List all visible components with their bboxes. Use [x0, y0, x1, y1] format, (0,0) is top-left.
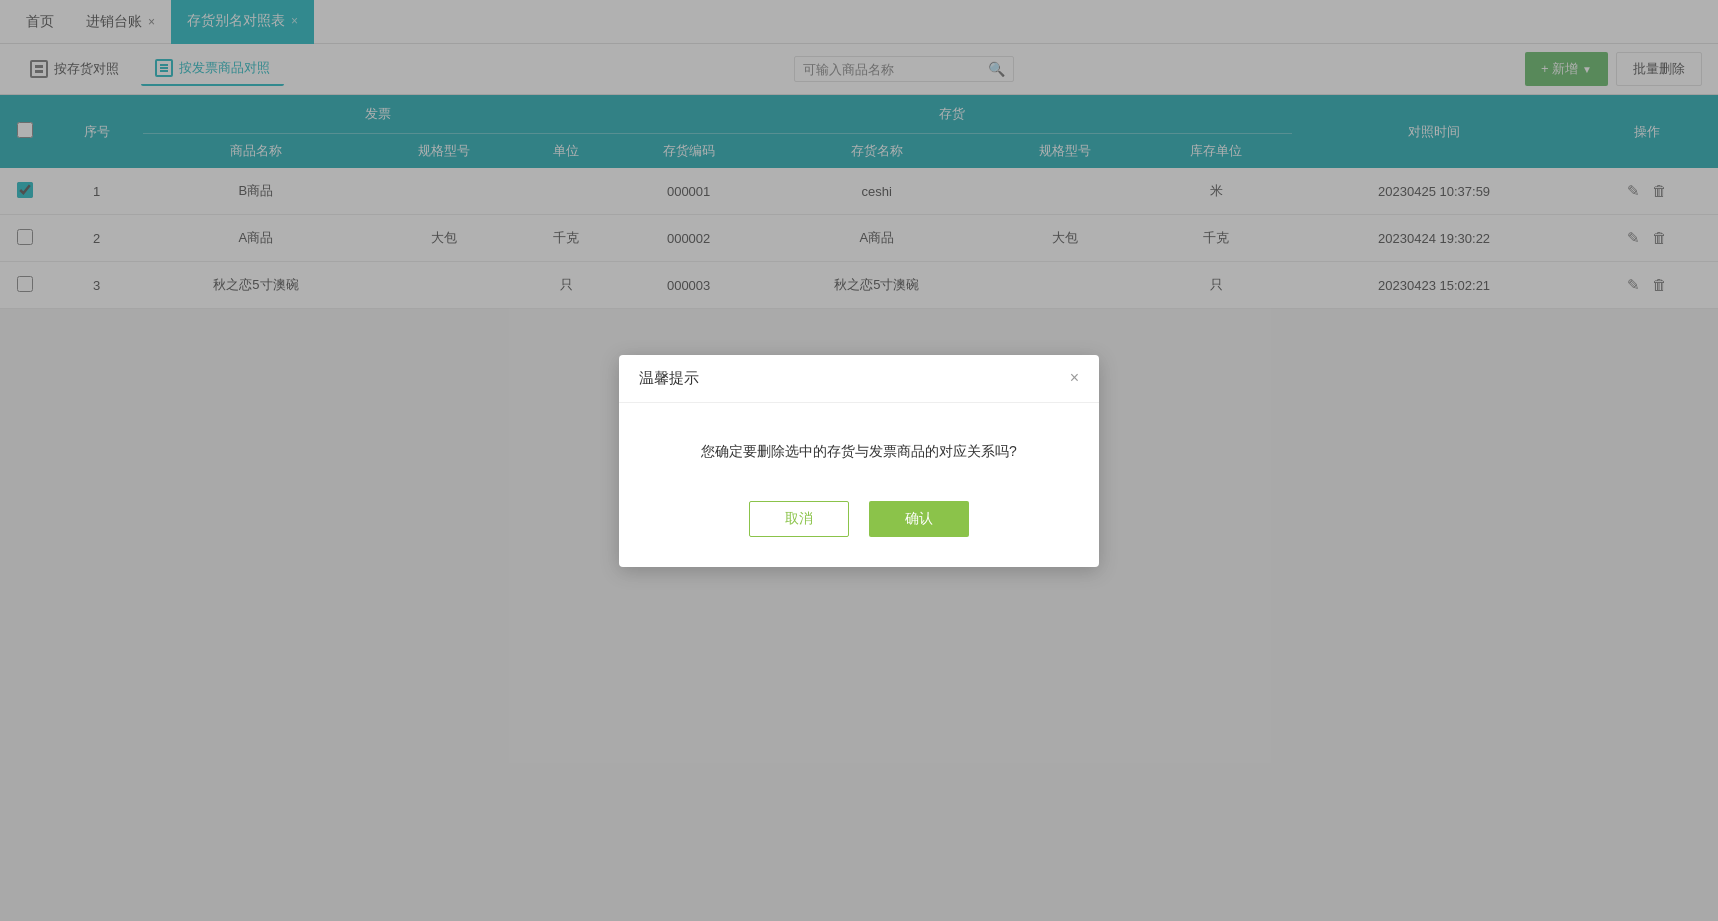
modal-overlay: 温馨提示 × 您确定要删除选中的存货与发票商品的对应关系吗? 取消 确认	[0, 0, 1718, 309]
